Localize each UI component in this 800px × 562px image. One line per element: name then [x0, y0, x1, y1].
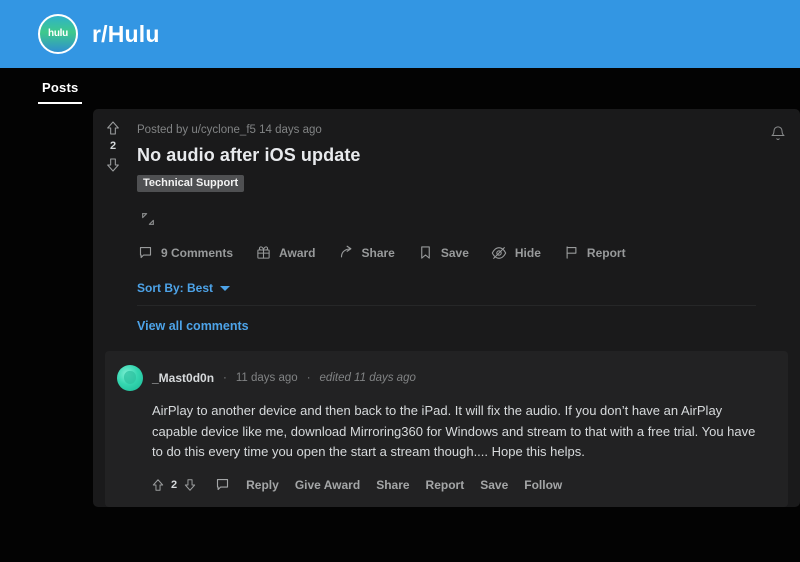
comment-share-button[interactable]: Share — [376, 478, 409, 492]
sort-by-dropdown[interactable]: Sort By: Best — [137, 281, 231, 296]
comment-downvote-button[interactable] — [182, 477, 198, 493]
comment-header: _Mast0d0n · 11 days ago · edited 11 days… — [117, 365, 772, 392]
post-flair-badge[interactable]: Technical Support — [137, 174, 245, 193]
view-all-comments-link[interactable]: View all comments — [137, 319, 249, 333]
post-award-label: Award — [279, 245, 316, 260]
comment-report-button[interactable]: Report — [426, 478, 465, 492]
post-report-label: Report — [586, 245, 626, 260]
post-report-button[interactable]: Report — [563, 244, 626, 261]
comment-give-award-button[interactable]: Give Award — [295, 478, 360, 492]
comment-follow-button[interactable]: Follow — [524, 478, 562, 492]
post-share-label: Share — [361, 245, 395, 260]
bell-icon — [770, 125, 786, 142]
share-icon — [338, 244, 355, 261]
notification-bell-button[interactable] — [766, 121, 790, 145]
post-hide-label: Hide — [514, 245, 541, 260]
comment-body: AirPlay to another device and then back … — [152, 403, 756, 460]
post-action-bar: 9 Comments Award Share Save Hide Report — [137, 244, 756, 267]
comment-reply-button[interactable]: Reply — [246, 478, 279, 492]
post-score: 2 — [109, 140, 117, 152]
save-icon — [417, 244, 434, 261]
post-title: No audio after iOS update — [137, 144, 361, 165]
report-icon — [563, 244, 580, 261]
comment: _Mast0d0n · 11 days ago · edited 11 days… — [117, 365, 772, 493]
post-save-button[interactable]: Save — [417, 244, 469, 261]
hulu-wordmark: hulu — [48, 28, 68, 39]
comment-separator-2: · — [306, 372, 311, 385]
comment-icon — [137, 244, 154, 261]
comment-container: _Mast0d0n · 11 days ago · edited 11 days… — [105, 351, 788, 507]
post-comments-label: 9 Comments — [161, 245, 234, 260]
expand-arrows-icon[interactable] — [137, 208, 159, 230]
comment-avatar — [117, 365, 143, 392]
sort-row: Sort By: Best — [137, 281, 756, 307]
downvote-button[interactable] — [102, 154, 124, 176]
comment-edited-timestamp: edited 11 days ago — [319, 372, 416, 385]
subreddit-title: r/Hulu — [92, 20, 160, 47]
tab-posts[interactable]: Posts — [38, 80, 83, 104]
comment-upvote-button[interactable] — [150, 477, 166, 493]
subreddit-banner: hulu r/Hulu — [0, 0, 800, 68]
post-save-label: Save — [440, 245, 469, 260]
sort-by-label: Sort By: Best — [137, 281, 214, 296]
award-icon — [255, 244, 272, 261]
upvote-button[interactable] — [102, 117, 124, 139]
post-hide-button[interactable]: Hide — [491, 244, 541, 261]
comment-username[interactable]: _Mast0d0n — [152, 371, 214, 385]
post-body: Posted by u/cyclone_f5 14 days ago No au… — [93, 109, 800, 507]
post-vote-rail: 2 — [93, 117, 133, 176]
comment-action-bar: 2 Reply Give Award Share Report Save Fol… — [150, 477, 772, 493]
comment-reply-icon[interactable] — [214, 477, 230, 493]
post-meta: Posted by u/cyclone_f5 14 days ago — [137, 124, 322, 136]
comment-score: 2 — [171, 478, 178, 491]
comment-separator-1: · — [223, 372, 227, 385]
post-share-button[interactable]: Share — [338, 244, 395, 261]
content-column: 2 Posted by u/cyclone_f5 14 days ago No … — [0, 104, 800, 507]
page-root: hulu r/Hulu Posts 2 Posted by u/cyclone_… — [0, 0, 800, 562]
hide-icon — [491, 244, 508, 261]
comment-vote-group: 2 — [150, 477, 198, 493]
post-award-button[interactable]: Award — [255, 244, 316, 261]
comment-save-button[interactable]: Save — [480, 478, 508, 492]
post-card: 2 Posted by u/cyclone_f5 14 days ago No … — [93, 109, 800, 507]
tab-bar: Posts — [0, 68, 800, 104]
comment-timestamp: 11 days ago — [235, 372, 298, 385]
post-comments-button[interactable]: 9 Comments — [137, 244, 233, 261]
chevron-down-icon — [220, 285, 231, 291]
subreddit-avatar: hulu — [38, 14, 78, 54]
